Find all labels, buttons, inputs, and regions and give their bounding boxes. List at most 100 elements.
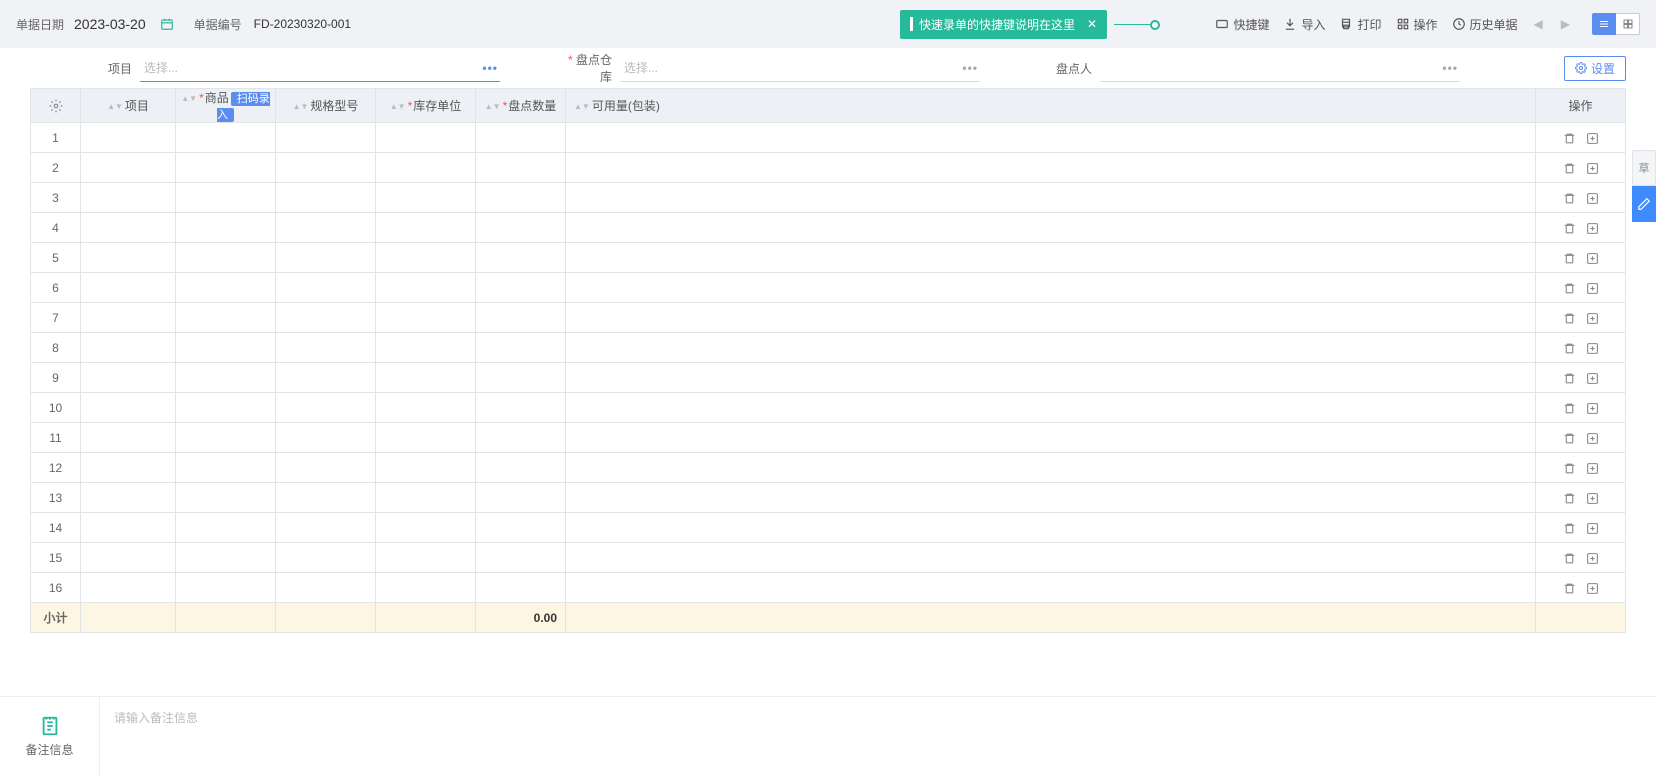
- cell-unit[interactable]: [376, 453, 476, 483]
- row-add-icon[interactable]: [1586, 490, 1599, 504]
- row-add-icon[interactable]: [1586, 250, 1599, 264]
- cell-avail[interactable]: [566, 333, 1536, 363]
- cell-product[interactable]: [176, 363, 276, 393]
- row-add-icon[interactable]: [1586, 550, 1599, 564]
- cell-qty[interactable]: [476, 453, 566, 483]
- row-delete-icon[interactable]: [1563, 250, 1576, 264]
- row-add-icon[interactable]: [1586, 280, 1599, 294]
- table-row[interactable]: 10: [31, 393, 1626, 423]
- cell-product[interactable]: [176, 453, 276, 483]
- person-more-icon[interactable]: •••: [1442, 61, 1458, 75]
- cell-project[interactable]: [81, 243, 176, 273]
- cell-spec[interactable]: [276, 303, 376, 333]
- table-row[interactable]: 3: [31, 183, 1626, 213]
- project-input-wrap[interactable]: •••: [140, 54, 500, 82]
- cell-unit[interactable]: [376, 243, 476, 273]
- cell-qty[interactable]: [476, 573, 566, 603]
- row-delete-icon[interactable]: [1563, 190, 1576, 204]
- cell-avail[interactable]: [566, 153, 1536, 183]
- table-row[interactable]: 1: [31, 123, 1626, 153]
- project-more-icon[interactable]: •••: [482, 61, 498, 75]
- cell-unit[interactable]: [376, 273, 476, 303]
- table-row[interactable]: 2: [31, 153, 1626, 183]
- project-input[interactable]: [140, 57, 500, 79]
- remarks-input[interactable]: [114, 711, 1642, 725]
- row-delete-icon[interactable]: [1563, 280, 1576, 294]
- cell-avail[interactable]: [566, 513, 1536, 543]
- row-delete-icon[interactable]: [1563, 220, 1576, 234]
- cell-spec[interactable]: [276, 273, 376, 303]
- row-delete-icon[interactable]: [1563, 520, 1576, 534]
- view-grid-icon[interactable]: [1616, 13, 1640, 35]
- cell-qty[interactable]: [476, 393, 566, 423]
- warehouse-input[interactable]: [620, 57, 980, 79]
- row-delete-icon[interactable]: [1563, 430, 1576, 444]
- cell-project[interactable]: [81, 483, 176, 513]
- cell-product[interactable]: [176, 543, 276, 573]
- table-row[interactable]: 8: [31, 333, 1626, 363]
- cell-spec[interactable]: [276, 363, 376, 393]
- cell-product[interactable]: [176, 123, 276, 153]
- row-add-icon[interactable]: [1586, 340, 1599, 354]
- col-spec[interactable]: ▲▼规格型号: [276, 89, 376, 123]
- cell-qty[interactable]: [476, 363, 566, 393]
- row-add-icon[interactable]: [1586, 580, 1599, 594]
- cell-spec[interactable]: [276, 213, 376, 243]
- row-delete-icon[interactable]: [1563, 340, 1576, 354]
- cell-unit[interactable]: [376, 393, 476, 423]
- cell-project[interactable]: [81, 543, 176, 573]
- row-add-icon[interactable]: [1586, 190, 1599, 204]
- cell-unit[interactable]: [376, 183, 476, 213]
- cell-qty[interactable]: [476, 303, 566, 333]
- cell-spec[interactable]: [276, 573, 376, 603]
- cell-qty[interactable]: [476, 273, 566, 303]
- cell-unit[interactable]: [376, 153, 476, 183]
- cell-avail[interactable]: [566, 363, 1536, 393]
- cell-unit[interactable]: [376, 513, 476, 543]
- prev-doc-icon[interactable]: ◀: [1532, 17, 1545, 31]
- cell-project[interactable]: [81, 333, 176, 363]
- table-row[interactable]: 13: [31, 483, 1626, 513]
- cell-qty[interactable]: [476, 243, 566, 273]
- cell-qty[interactable]: [476, 123, 566, 153]
- table-row[interactable]: 12: [31, 453, 1626, 483]
- cell-product[interactable]: [176, 213, 276, 243]
- cell-avail[interactable]: [566, 273, 1536, 303]
- row-add-icon[interactable]: [1586, 520, 1599, 534]
- table-row[interactable]: 5: [31, 243, 1626, 273]
- row-add-icon[interactable]: [1586, 310, 1599, 324]
- history-button[interactable]: 历史单据: [1452, 16, 1518, 33]
- cell-qty[interactable]: [476, 513, 566, 543]
- cell-project[interactable]: [81, 363, 176, 393]
- row-add-icon[interactable]: [1586, 130, 1599, 144]
- cell-product[interactable]: [176, 303, 276, 333]
- cell-product[interactable]: [176, 483, 276, 513]
- cell-avail[interactable]: [566, 183, 1536, 213]
- cell-unit[interactable]: [376, 123, 476, 153]
- row-add-icon[interactable]: [1586, 460, 1599, 474]
- row-delete-icon[interactable]: [1563, 580, 1576, 594]
- person-input[interactable]: [1100, 57, 1460, 79]
- cell-project[interactable]: [81, 423, 176, 453]
- table-row[interactable]: 7: [31, 303, 1626, 333]
- table-row[interactable]: 15: [31, 543, 1626, 573]
- row-delete-icon[interactable]: [1563, 370, 1576, 384]
- cell-project[interactable]: [81, 273, 176, 303]
- col-gear[interactable]: [31, 89, 81, 123]
- table-row[interactable]: 14: [31, 513, 1626, 543]
- cell-project[interactable]: [81, 213, 176, 243]
- cell-project[interactable]: [81, 453, 176, 483]
- row-add-icon[interactable]: [1586, 160, 1599, 174]
- cell-avail[interactable]: [566, 543, 1536, 573]
- cell-spec[interactable]: [276, 243, 376, 273]
- cell-spec[interactable]: [276, 453, 376, 483]
- row-add-icon[interactable]: [1586, 370, 1599, 384]
- row-delete-icon[interactable]: [1563, 460, 1576, 474]
- cell-unit[interactable]: [376, 423, 476, 453]
- cell-product[interactable]: [176, 423, 276, 453]
- cell-avail[interactable]: [566, 483, 1536, 513]
- person-input-wrap[interactable]: •••: [1100, 54, 1460, 82]
- cell-avail[interactable]: [566, 573, 1536, 603]
- cell-project[interactable]: [81, 123, 176, 153]
- rail-draft-button[interactable]: 草: [1632, 150, 1656, 186]
